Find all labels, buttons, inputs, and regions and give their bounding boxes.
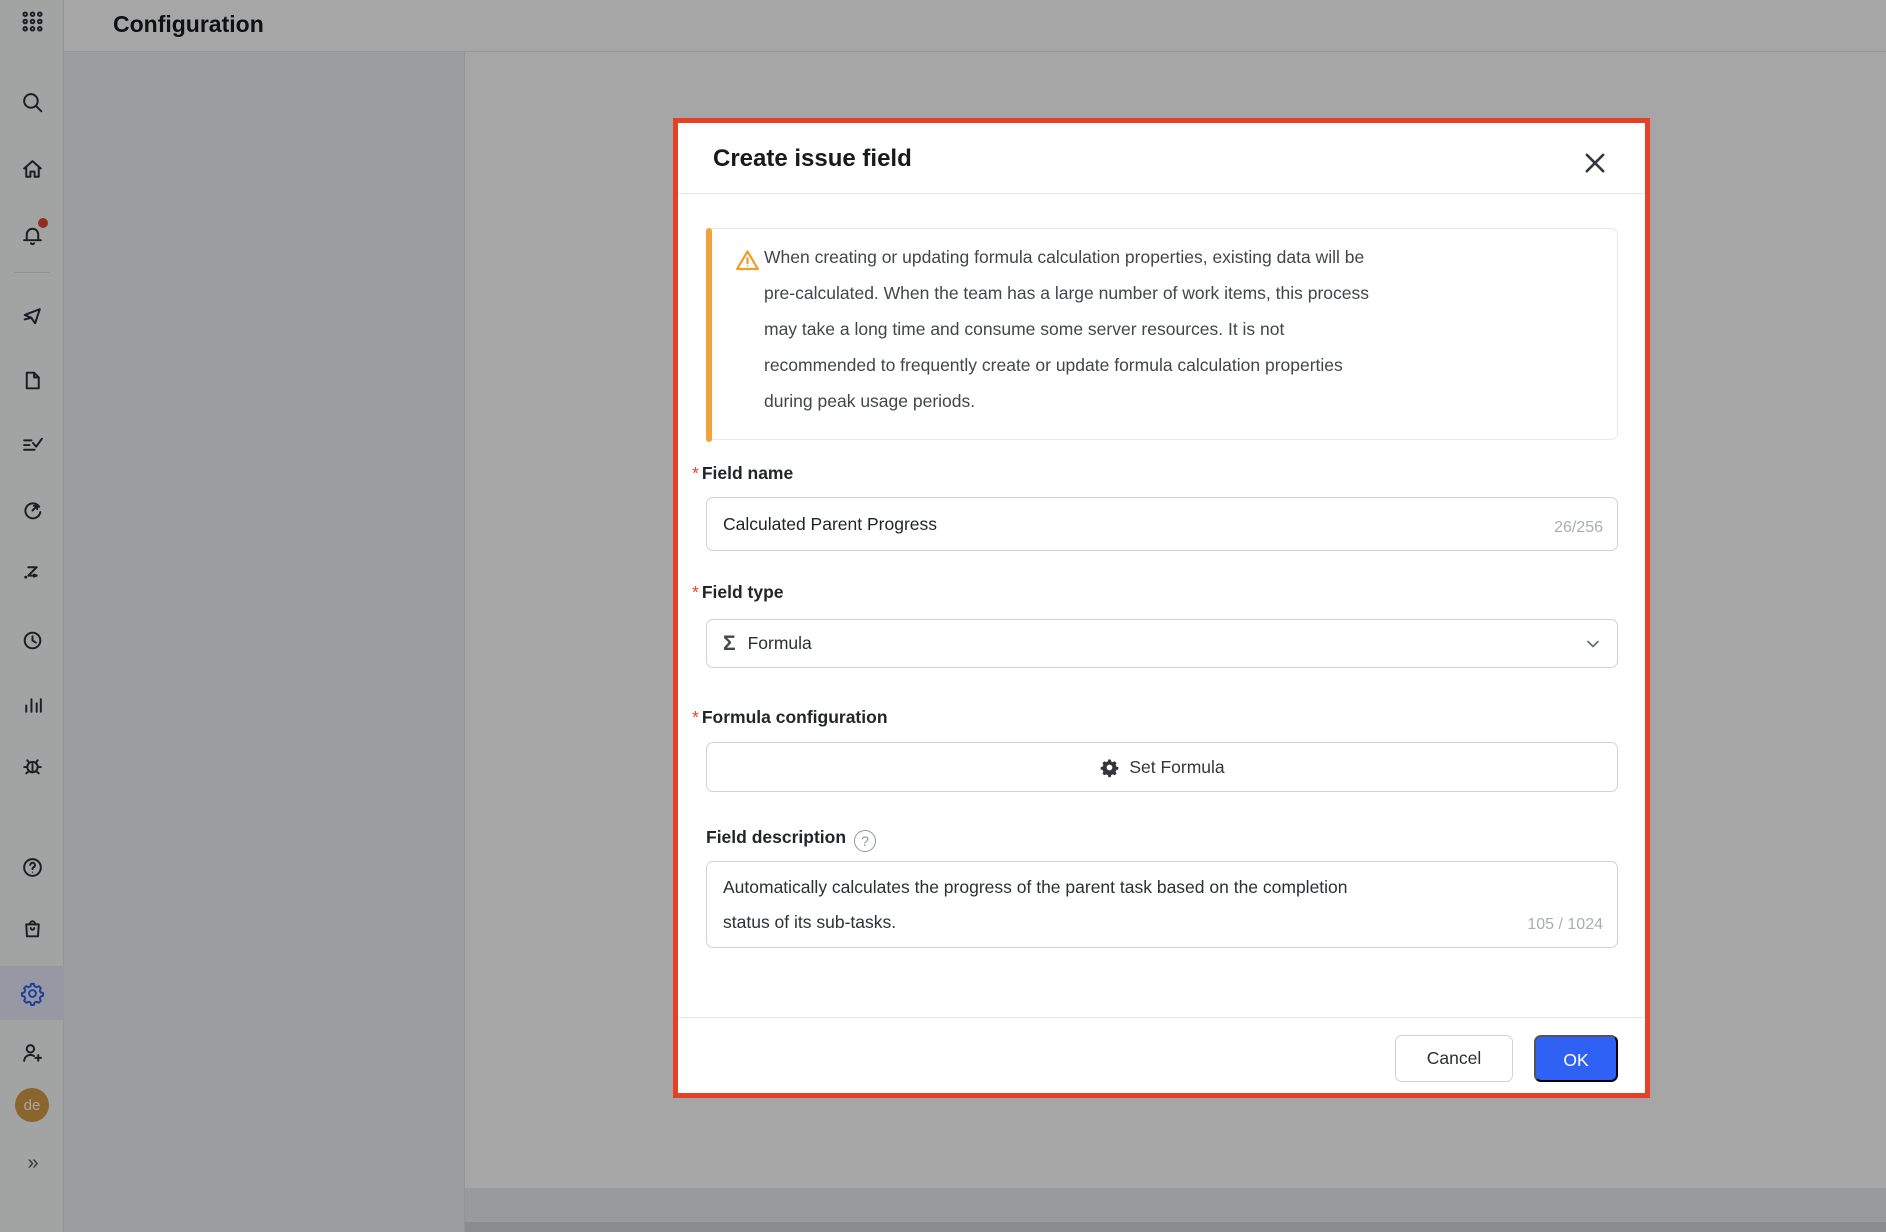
- warning-accent-bar: [706, 228, 712, 442]
- modal-footer-divider: [678, 1017, 1645, 1018]
- cancel-button[interactable]: Cancel: [1395, 1035, 1513, 1082]
- field-name-input[interactable]: 26/256: [706, 497, 1618, 551]
- char-counter: 105 / 1024: [1527, 916, 1603, 933]
- warning-icon: [734, 247, 761, 274]
- field-name-text-input[interactable]: [707, 498, 1487, 550]
- field-name-label: * Field name: [692, 463, 794, 483]
- field-description-label: Field description?: [706, 827, 877, 852]
- set-formula-label: Set Formula: [1129, 756, 1225, 777]
- field-type-select[interactable]: Σ Formula: [706, 619, 1618, 668]
- chevron-down-icon: [1583, 634, 1603, 654]
- required-asterisk: *: [692, 707, 699, 727]
- modal-header-divider: [678, 193, 1645, 194]
- field-type-label: * Field type: [692, 582, 784, 602]
- set-formula-button[interactable]: Set Formula: [706, 742, 1618, 792]
- warning-text: When creating or updating formula calcul…: [764, 247, 1369, 411]
- field-type-value: Formula: [747, 633, 812, 653]
- gear-icon: [1101, 758, 1119, 777]
- sigma-icon: Σ: [723, 631, 736, 655]
- modal-title: Create issue field: [713, 145, 912, 172]
- help-icon[interactable]: ?: [854, 830, 877, 852]
- formula-configuration-label: * Formula configuration: [692, 707, 888, 727]
- char-counter: 26/256: [1554, 519, 1603, 536]
- warning-banner: When creating or updating formula calcul…: [706, 228, 1618, 442]
- close-icon[interactable]: [1581, 149, 1609, 177]
- required-asterisk: *: [692, 582, 699, 602]
- field-description-textarea[interactable]: Automatically calculates the progress of…: [706, 861, 1618, 948]
- ok-button[interactable]: OK: [1534, 1035, 1618, 1082]
- required-asterisk: *: [692, 463, 699, 483]
- create-issue-field-modal: Create issue field When creating or upda…: [673, 118, 1650, 1098]
